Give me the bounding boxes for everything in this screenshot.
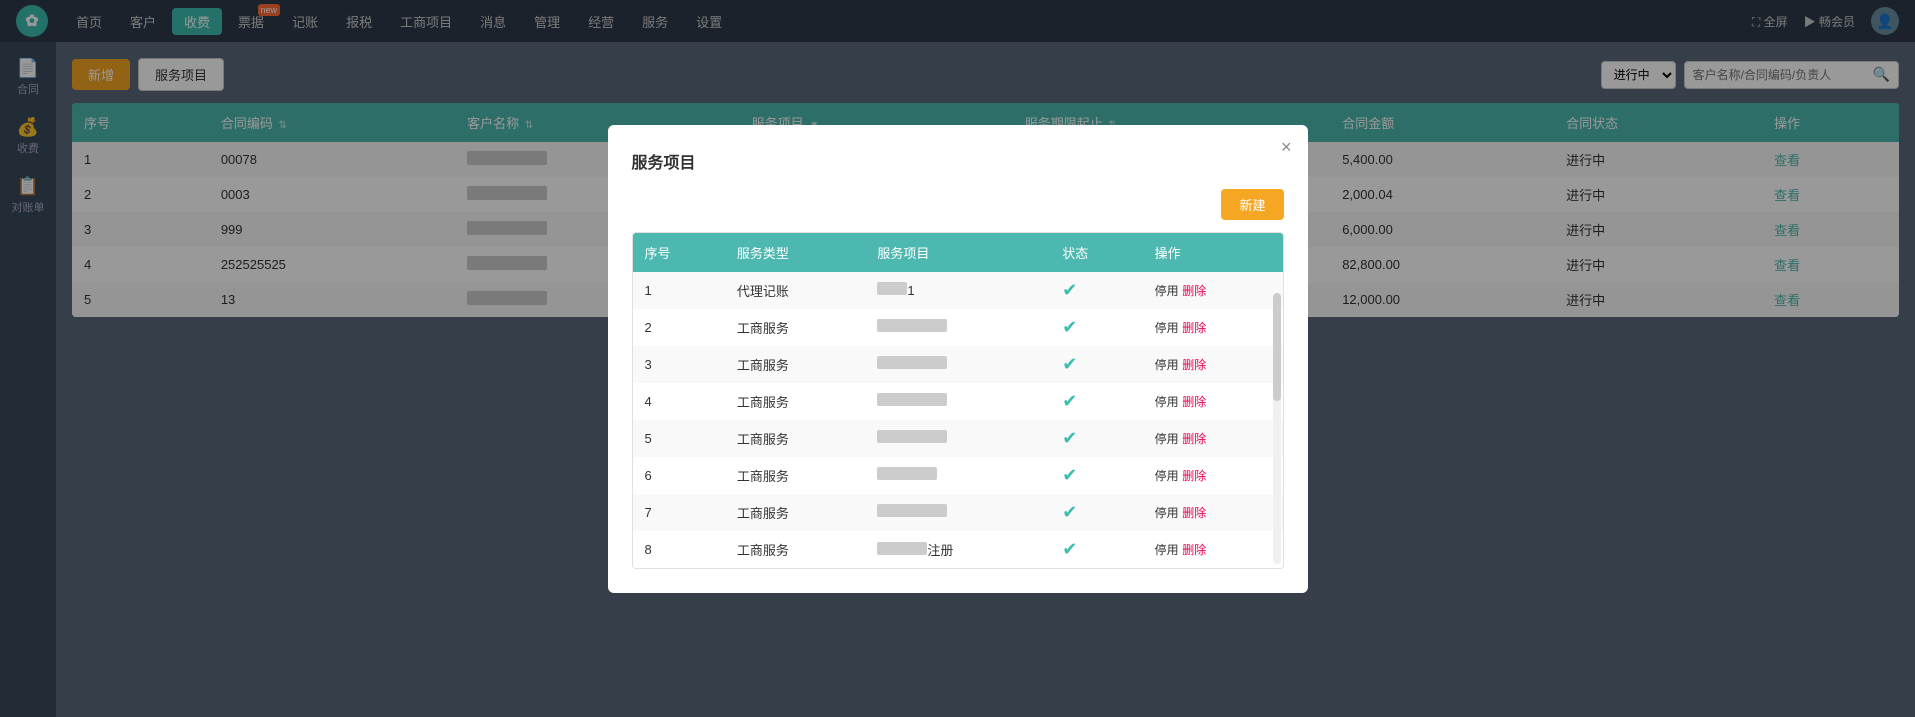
- modal-cell-status: ✔: [1050, 383, 1142, 420]
- modal-col-type: 服务类型: [725, 233, 865, 272]
- modal-col-status: 状态: [1050, 233, 1142, 272]
- scrollbar-thumb: [1273, 293, 1281, 401]
- modal-cell-type: 工商服务: [725, 457, 865, 494]
- modal-table-row: 8 工商服务 注册 ✔ 停用 删除: [633, 531, 1283, 568]
- modal-table-row: 2 工商服务 ✔ 停用 删除: [633, 309, 1283, 346]
- modal-cell-seq: 8: [633, 531, 725, 568]
- modal-cell-type: 工商服务: [725, 346, 865, 383]
- modal-toolbar: 新建: [632, 189, 1284, 220]
- stop-button[interactable]: 停用: [1155, 430, 1179, 447]
- modal-cell-type: 工商服务: [725, 309, 865, 346]
- status-check-icon: ✔: [1062, 539, 1077, 559]
- modal-overlay[interactable]: × 服务项目 新建 序号 服务类型 服务项目 状态 操作 1 代理记账: [0, 0, 1915, 717]
- modal-cell-seq: 5: [633, 420, 725, 457]
- delete-button[interactable]: 删除: [1182, 467, 1206, 484]
- modal-cell-seq: 7: [633, 494, 725, 531]
- modal-table-container: 序号 服务类型 服务项目 状态 操作 1 代理记账 1 ✔ 停用 删除 2 工商…: [632, 232, 1284, 569]
- modal-cell-seq: 3: [633, 346, 725, 383]
- service-modal: × 服务项目 新建 序号 服务类型 服务项目 状态 操作 1 代理记账: [608, 125, 1308, 593]
- modal-cell-status: ✔: [1050, 346, 1142, 383]
- delete-button[interactable]: 删除: [1182, 319, 1206, 336]
- stop-button[interactable]: 停用: [1155, 504, 1179, 521]
- delete-button[interactable]: 删除: [1182, 430, 1206, 447]
- modal-cell-name: [865, 494, 1050, 531]
- stop-button[interactable]: 停用: [1155, 467, 1179, 484]
- modal-cell-type: 工商服务: [725, 383, 865, 420]
- modal-cell-action: 停用 删除: [1143, 420, 1283, 457]
- modal-close-button[interactable]: ×: [1281, 137, 1292, 158]
- modal-cell-name: [865, 383, 1050, 420]
- modal-table-row: 4 工商服务 ✔ 停用 删除: [633, 383, 1283, 420]
- delete-button[interactable]: 删除: [1182, 504, 1206, 521]
- modal-cell-action: 停用 删除: [1143, 309, 1283, 346]
- modal-table-row: 1 代理记账 1 ✔ 停用 删除: [633, 272, 1283, 309]
- stop-button[interactable]: 停用: [1155, 541, 1179, 558]
- modal-cell-status: ✔: [1050, 457, 1142, 494]
- stop-button[interactable]: 停用: [1155, 319, 1179, 336]
- modal-cell-seq: 1: [633, 272, 725, 309]
- modal-cell-seq: 2: [633, 309, 725, 346]
- delete-button[interactable]: 删除: [1182, 541, 1206, 558]
- modal-table-row: 3 工商服务 ✔ 停用 删除: [633, 346, 1283, 383]
- modal-cell-type: 代理记账: [725, 272, 865, 309]
- status-check-icon: ✔: [1062, 428, 1077, 448]
- stop-button[interactable]: 停用: [1155, 393, 1179, 410]
- modal-cell-action: 停用 删除: [1143, 531, 1283, 568]
- modal-title: 服务项目: [632, 149, 1284, 173]
- modal-cell-type: 工商服务: [725, 420, 865, 457]
- modal-table-row: 5 工商服务 ✔ 停用 删除: [633, 420, 1283, 457]
- modal-col-action: 操作: [1143, 233, 1283, 272]
- modal-cell-status: ✔: [1050, 309, 1142, 346]
- modal-cell-name: [865, 346, 1050, 383]
- modal-table-row: 7 工商服务 ✔ 停用 删除: [633, 494, 1283, 531]
- delete-button[interactable]: 删除: [1182, 393, 1206, 410]
- modal-cell-action: 停用 删除: [1143, 383, 1283, 420]
- modal-cell-name: [865, 457, 1050, 494]
- status-check-icon: ✔: [1062, 317, 1077, 337]
- scrollbar-track[interactable]: [1273, 293, 1281, 564]
- modal-col-name: 服务项目: [865, 233, 1050, 272]
- stop-button[interactable]: 停用: [1155, 282, 1179, 299]
- modal-cell-action: 停用 删除: [1143, 272, 1283, 309]
- status-check-icon: ✔: [1062, 280, 1077, 300]
- modal-table: 序号 服务类型 服务项目 状态 操作 1 代理记账 1 ✔ 停用 删除 2 工商…: [633, 233, 1283, 568]
- modal-cell-name: [865, 420, 1050, 457]
- stop-button[interactable]: 停用: [1155, 356, 1179, 373]
- modal-col-seq: 序号: [633, 233, 725, 272]
- modal-cell-name: 注册: [865, 531, 1050, 568]
- delete-button[interactable]: 删除: [1182, 356, 1206, 373]
- delete-button[interactable]: 删除: [1182, 282, 1206, 299]
- modal-cell-action: 停用 删除: [1143, 457, 1283, 494]
- modal-cell-name: [865, 309, 1050, 346]
- modal-cell-type: 工商服务: [725, 494, 865, 531]
- modal-cell-status: ✔: [1050, 494, 1142, 531]
- modal-cell-action: 停用 删除: [1143, 494, 1283, 531]
- status-check-icon: ✔: [1062, 465, 1077, 485]
- modal-cell-status: ✔: [1050, 420, 1142, 457]
- modal-cell-name: 1: [865, 272, 1050, 309]
- status-check-icon: ✔: [1062, 354, 1077, 374]
- status-check-icon: ✔: [1062, 391, 1077, 411]
- modal-cell-action: 停用 删除: [1143, 346, 1283, 383]
- status-check-icon: ✔: [1062, 502, 1077, 522]
- modal-cell-seq: 6: [633, 457, 725, 494]
- modal-new-button[interactable]: 新建: [1221, 189, 1283, 220]
- modal-table-row: 6 工商服务 ✔ 停用 删除: [633, 457, 1283, 494]
- modal-cell-status: ✔: [1050, 531, 1142, 568]
- modal-cell-seq: 4: [633, 383, 725, 420]
- modal-cell-status: ✔: [1050, 272, 1142, 309]
- modal-cell-type: 工商服务: [725, 531, 865, 568]
